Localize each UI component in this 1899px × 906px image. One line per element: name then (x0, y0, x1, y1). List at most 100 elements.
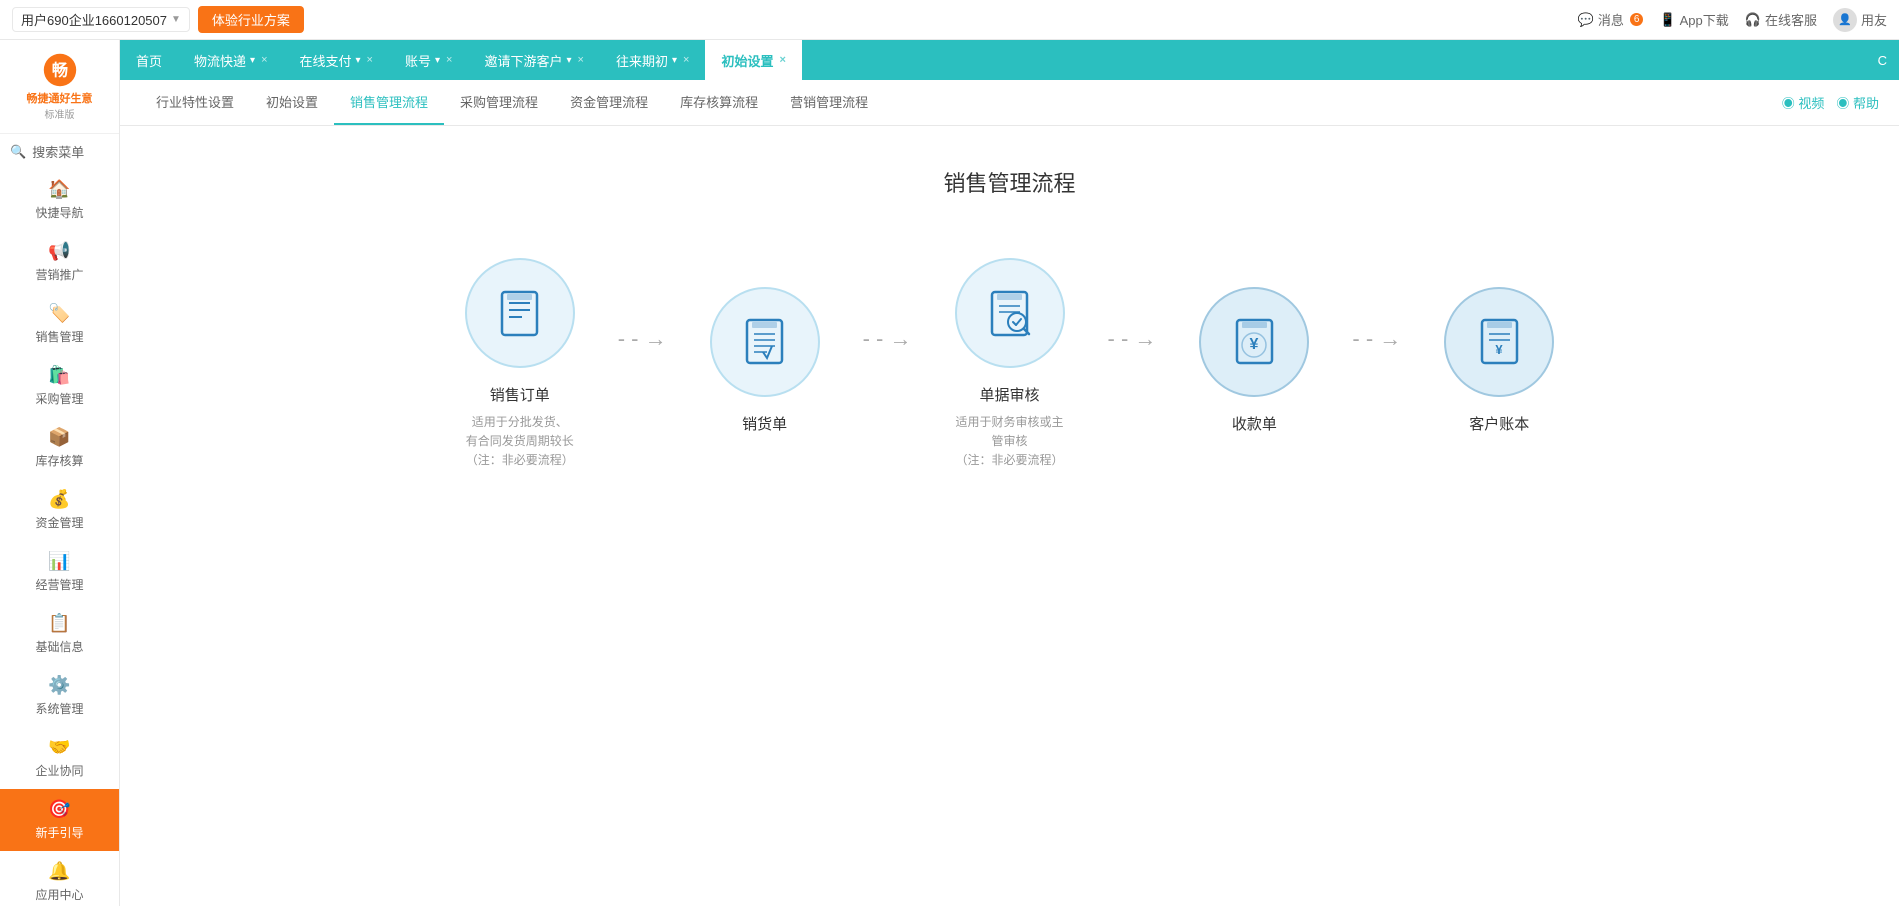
sub-tab-finance-flow[interactable]: 资金管理流程 (554, 80, 664, 125)
nav-tab-logistics[interactable]: 物流快递 ▾ × (178, 40, 283, 80)
sales-order-name: 销售订单 (490, 384, 550, 405)
sidebar-item-sales[interactable]: 🏷️ 销售管理 (0, 293, 119, 355)
purchase-icon: 🛍️ (48, 365, 70, 386)
help-action[interactable]: ◉ 帮助 (1836, 93, 1879, 112)
nav-tab-period-label: 往来期初 (616, 51, 668, 70)
system-icon: ⚙️ (48, 675, 70, 696)
flow-step-customer-ledger[interactable]: ¥ 客户账本 (1409, 287, 1589, 442)
customer-ledger-circle: ¥ (1444, 287, 1554, 397)
search-label: 搜索菜单 (32, 142, 84, 161)
sidebar-item-purchase[interactable]: 🛍️ 采购管理 (0, 355, 119, 417)
user-select[interactable]: 用户690企业1660120507 ▼ (12, 7, 190, 32)
sidebar-item-basic[interactable]: 📋 基础信息 (0, 603, 119, 665)
sidebar-search[interactable]: 🔍 搜索菜单 (0, 134, 119, 169)
sub-tab-inventory-flow[interactable]: 库存核算流程 (664, 80, 774, 125)
sub-tab-industry-label: 行业特性设置 (156, 95, 234, 110)
logo-text: 畅捷通好生意 (27, 90, 93, 106)
logo-svg: 畅 (42, 52, 78, 88)
doc-review-desc: 适用于财务审核或主管审核（注：非必要流程） (955, 413, 1063, 471)
sidebar-label-system: 系统管理 (35, 700, 83, 717)
account-arrow-icon: ▾ (435, 55, 440, 66)
nav-tab-init-label: 初始设置 (721, 51, 773, 70)
top-bar-left: 用户690企业1660120507 ▼ 体验行业方案 (12, 6, 304, 33)
online-service-label: 在线客服 (1765, 10, 1817, 29)
flow-step-sales-order[interactable]: 销售订单 适用于分批发货、有合同发货周期较长（注：非必要流程） (430, 258, 610, 471)
svg-text:畅: 畅 (51, 60, 67, 79)
sidebar: 畅 畅捷通好生意 标准版 🔍 搜索菜单 🏠 快捷导航 📢 营销推广 🏷️ 销售管… (0, 40, 120, 906)
flow-arrow-3: - - → (1108, 326, 1157, 402)
flow-step-sales-invoice[interactable]: 销货单 (675, 287, 855, 442)
payment-close-icon[interactable]: × (367, 54, 373, 66)
receipt-icon: ¥ (1227, 314, 1282, 369)
nav-tab-init[interactable]: 初始设置 × (705, 40, 801, 80)
page-title: 销售管理流程 (943, 166, 1075, 198)
headset-icon: 🎧 (1745, 12, 1761, 28)
avatar: 👤 (1833, 8, 1857, 32)
sub-tab-init[interactable]: 初始设置 (250, 80, 334, 125)
sidebar-item-system[interactable]: ⚙️ 系统管理 (0, 665, 119, 727)
sub-tab-sales-flow-label: 销售管理流程 (350, 95, 428, 110)
collab-icon: 🤝 (48, 737, 70, 758)
logistics-arrow-icon: ▾ (250, 55, 255, 66)
top-bar-right: 💬 消息 6 📱 App下载 🎧 在线客服 👤 用友 (1578, 8, 1887, 32)
inventory-icon: 📦 (48, 427, 70, 448)
sidebar-item-quick-nav[interactable]: 🏠 快捷导航 (0, 169, 119, 231)
app-download-item[interactable]: 📱 App下载 (1659, 10, 1728, 29)
invite-close-icon[interactable]: × (578, 54, 584, 66)
chevron-down-icon: ▼ (171, 14, 181, 25)
nav-tab-logistics-label: 物流快递 (194, 51, 246, 70)
sub-tab-marketing-flow-label: 营销管理流程 (790, 95, 868, 110)
sales-invoice-circle (710, 287, 820, 397)
sidebar-item-app-center[interactable]: 🔔 应用中心 (0, 851, 119, 906)
sub-tab-purchase-flow-label: 采购管理流程 (460, 95, 538, 110)
period-close-icon[interactable]: × (683, 54, 689, 66)
svg-text:¥: ¥ (1495, 342, 1503, 357)
user-profile-item[interactable]: 👤 用友 (1833, 8, 1887, 32)
message-label: 消息 (1598, 10, 1624, 29)
nav-tab-home[interactable]: 首页 (120, 40, 178, 80)
sidebar-label-inventory: 库存核算 (35, 452, 83, 469)
sidebar-label-finance: 资金管理 (35, 514, 83, 531)
nav-tab-payment[interactable]: 在线支付 ▾ × (284, 40, 389, 80)
sidebar-item-inventory[interactable]: 📦 库存核算 (0, 417, 119, 479)
nav-tab-invite[interactable]: 邀请下游客户 ▾ × (468, 40, 599, 80)
sub-tab-purchase-flow[interactable]: 采购管理流程 (444, 80, 554, 125)
sidebar-item-finance[interactable]: 💰 资金管理 (0, 479, 119, 541)
sidebar-item-marketing[interactable]: 📢 营销推广 (0, 231, 119, 293)
flow-step-receipt[interactable]: ¥ 收款单 (1164, 287, 1344, 442)
message-badge: 6 (1630, 13, 1644, 26)
page-content: 销售管理流程 销售订单 (120, 126, 1899, 511)
nav-tab-account-label: 账号 (405, 51, 431, 70)
sub-tab-sales-flow[interactable]: 销售管理流程 (334, 80, 444, 125)
doc-review-circle (955, 258, 1065, 368)
message-icon: 💬 (1578, 12, 1594, 28)
nav-tabs: 首页 物流快递 ▾ × 在线支付 ▾ × 账号 ▾ × 邀请下游客户 ▾ × (120, 40, 1899, 80)
flow-step-doc-review[interactable]: 单据审核 适用于财务审核或主管审核（注：非必要流程） (920, 258, 1100, 471)
sidebar-item-guide[interactable]: 🎯 新手引导 (0, 789, 119, 851)
sales-order-icon (492, 286, 547, 341)
home-icon: 🏠 (48, 179, 70, 200)
sub-tab-marketing-flow[interactable]: 营销管理流程 (774, 80, 884, 125)
trial-button[interactable]: 体验行业方案 (198, 6, 304, 33)
init-close-icon[interactable]: × (779, 54, 785, 66)
nav-tab-account[interactable]: 账号 ▾ × (389, 40, 468, 80)
nav-tab-home-label: 首页 (136, 51, 162, 70)
nav-tab-period[interactable]: 往来期初 ▾ × (600, 40, 705, 80)
layout: 畅 畅捷通好生意 标准版 🔍 搜索菜单 🏠 快捷导航 📢 营销推广 🏷️ 销售管… (0, 40, 1899, 906)
sidebar-item-collab[interactable]: 🤝 企业协同 (0, 727, 119, 789)
online-service-item[interactable]: 🎧 在线客服 (1745, 10, 1817, 29)
message-item[interactable]: 💬 消息 6 (1578, 10, 1644, 29)
marketing-icon: 📢 (48, 241, 70, 262)
logistics-close-icon[interactable]: × (261, 54, 267, 66)
download-icon: 📱 (1659, 12, 1675, 28)
sub-tab-init-label: 初始设置 (266, 95, 318, 110)
sidebar-logo: 畅 畅捷通好生意 标准版 (0, 40, 119, 134)
sidebar-label-purchase: 采购管理 (35, 390, 83, 407)
account-close-icon[interactable]: × (446, 54, 452, 66)
video-action[interactable]: ◉ 视频 (1782, 93, 1825, 112)
flow-arrow-4: - - → (1352, 326, 1401, 402)
app-center-icon: 🔔 (48, 861, 70, 882)
sub-tab-industry[interactable]: 行业特性设置 (140, 80, 250, 125)
nav-close-all[interactable]: C (1866, 53, 1899, 68)
sidebar-item-operations[interactable]: 📊 经营管理 (0, 541, 119, 603)
